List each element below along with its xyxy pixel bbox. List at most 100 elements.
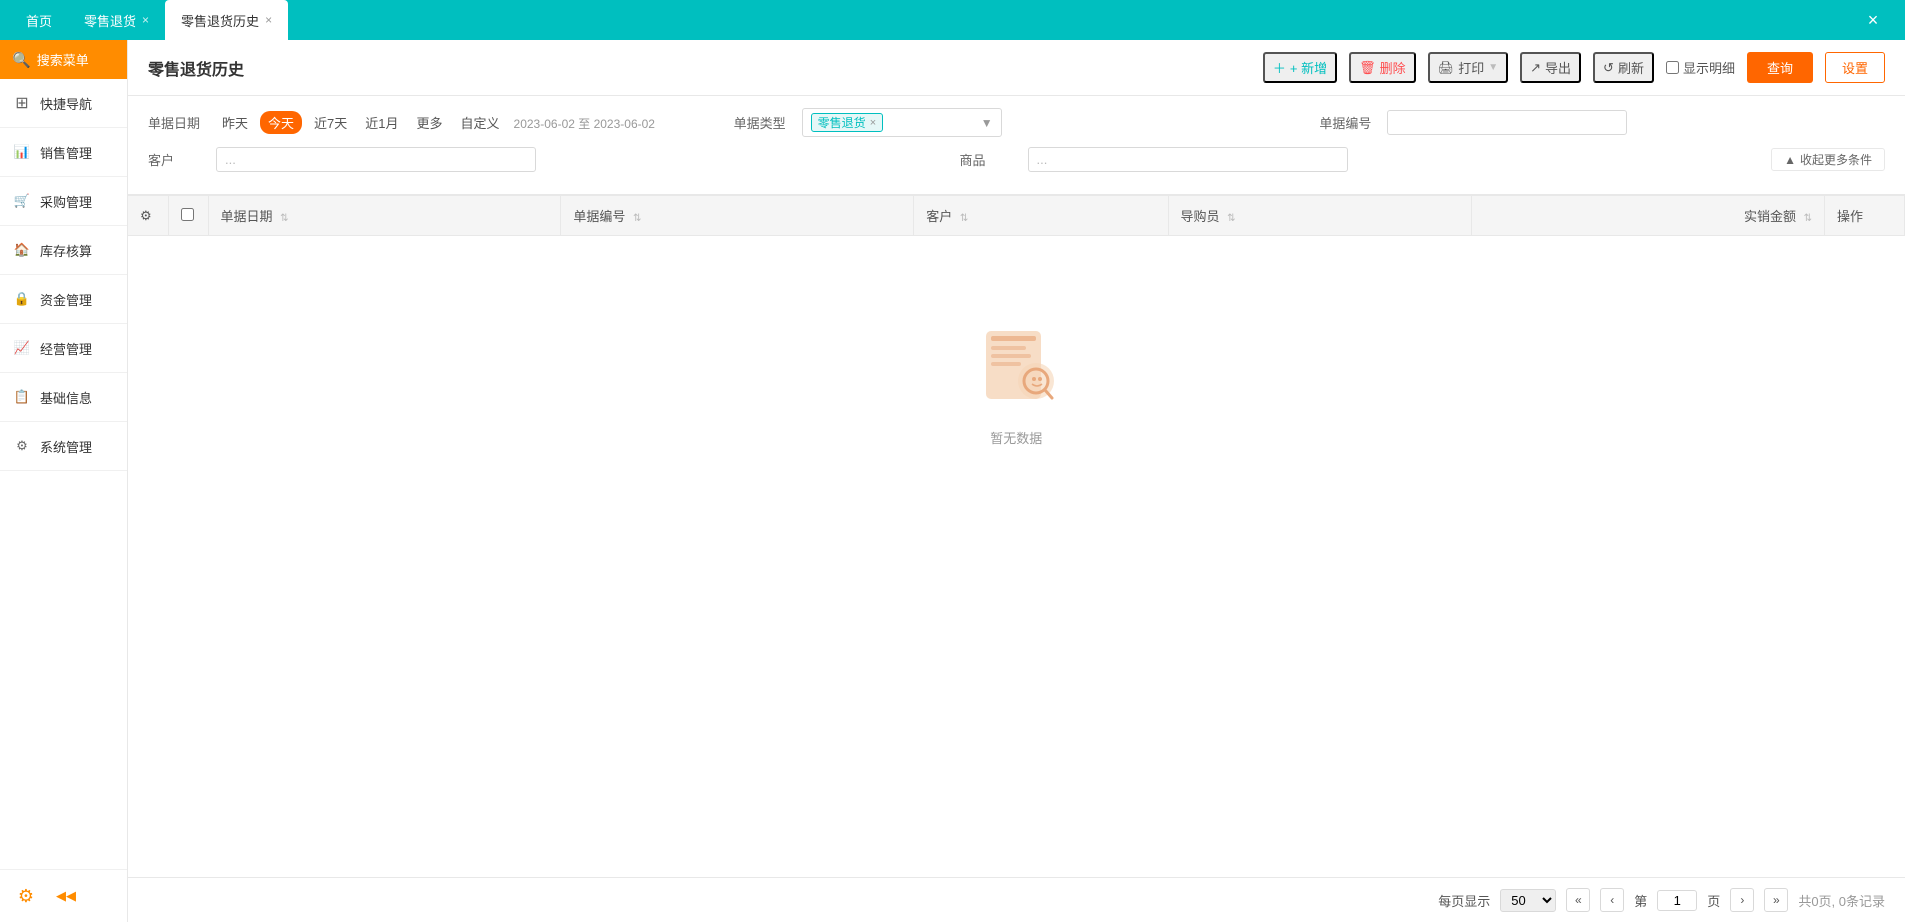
sidebar-search-label: 搜索菜单 (37, 50, 89, 69)
last-page-button[interactable]: » (1764, 888, 1788, 912)
sidebar-item-sales[interactable]: 📊 销售管理 (0, 128, 127, 177)
doc-number-filter: 单据编号 (1319, 110, 1885, 135)
page-header: 零售退货历史 ＋ + 新增 🗑 删除 🖨 打印 ▼ ↗ 导出 (128, 40, 1905, 96)
data-table: ⚙ 单据日期 ⇅ 单据编号 ⇅ (128, 196, 1905, 527)
tab-home-label: 首页 (26, 11, 52, 30)
doc-type-chevron: ▼ (981, 116, 993, 130)
total-info: 共0页, 0条记录 (1798, 891, 1885, 910)
sidebar-item-label: 库存核算 (40, 241, 92, 260)
sort-guide-icon[interactable]: ⇅ (1227, 213, 1235, 224)
settings-icon[interactable]: ⚙ (140, 208, 152, 223)
sidebar-item-basic-info[interactable]: 📋 基础信息 (0, 373, 127, 422)
collapse-label: 收起更多条件 (1800, 151, 1872, 168)
purchase-icon: 🛒 (12, 191, 32, 211)
doc-type-tag-remove[interactable]: × (870, 117, 876, 129)
first-page-button[interactable]: « (1566, 888, 1590, 912)
sidebar-item-system[interactable]: ⚙ 系统管理 (0, 422, 127, 471)
print-button[interactable]: 🖨 打印 ▼ (1428, 52, 1508, 83)
operations-icon: 📈 (12, 338, 32, 358)
tab-home[interactable]: 首页 (10, 0, 68, 40)
sidebar-item-finance[interactable]: 🔒 资金管理 (0, 275, 127, 324)
search-icon: 🔍 (12, 51, 31, 69)
delete-button[interactable]: 🗑 删除 (1349, 52, 1416, 83)
product-select[interactable]: ... (1028, 147, 1348, 172)
tab-retail-return-history-close[interactable]: × (265, 13, 272, 27)
table-header: ⚙ 单据日期 ⇅ 单据编号 ⇅ (128, 196, 1905, 236)
date-option-yesterday[interactable]: 昨天 (216, 111, 254, 134)
inventory-icon: 🏠 (12, 240, 32, 260)
sidebar-item-quick-nav[interactable]: ⊞ 快捷导航 (0, 79, 127, 128)
tab-retail-return-close[interactable]: × (142, 13, 149, 27)
table-body: 暂无数据 (128, 236, 1905, 528)
sales-icon: 📊 (12, 142, 32, 162)
delete-icon: 🗑 (1359, 60, 1376, 76)
top-nav-right: × (1857, 4, 1905, 36)
page-prefix-label: 第 (1634, 891, 1647, 910)
export-button[interactable]: ↗ 导出 (1520, 52, 1581, 83)
sort-amount-icon[interactable]: ⇅ (1804, 213, 1812, 224)
gear-button[interactable]: ⚙ (10, 880, 42, 912)
col-actions-label: 操作 (1837, 209, 1863, 224)
sidebar: 🔍 搜索菜单 ⊞ 快捷导航 📊 销售管理 🛒 采购管理 🏠 库存核算 🔒 资金管… (0, 40, 128, 922)
col-docno-label: 单据编号 (573, 209, 625, 224)
sidebar-bottom: ⚙ ◀◀ (0, 869, 127, 922)
settings-button[interactable]: 设置 (1825, 52, 1885, 83)
query-button[interactable]: 查询 (1747, 52, 1813, 83)
sidebar-item-label: 销售管理 (40, 143, 92, 162)
tab-retail-return-history[interactable]: 零售退货历史 × (165, 0, 288, 40)
collapse-icon: ▲ (1784, 153, 1796, 167)
sidebar-item-purchase[interactable]: 🛒 采购管理 (0, 177, 127, 226)
tab-retail-return-history-label: 零售退货历史 (181, 11, 259, 30)
col-checkbox[interactable] (168, 196, 208, 236)
display-detail-checkbox[interactable] (1666, 61, 1679, 74)
date-option-more[interactable]: 更多 (411, 111, 449, 134)
product-label: 商品 (960, 150, 1020, 169)
date-option-custom[interactable]: 自定义 (455, 111, 506, 134)
filter-area: 单据日期 昨天 今天 近7天 近1月 更多 自定义 2023-06-02 至 2… (128, 96, 1905, 195)
doc-number-input[interactable] (1387, 110, 1627, 135)
col-amount-label: 实销金额 (1744, 209, 1796, 224)
refresh-label: 刷新 (1618, 58, 1644, 77)
sidebar-item-operations[interactable]: 📈 经营管理 (0, 324, 127, 373)
refresh-icon: ↺ (1603, 60, 1614, 76)
collapse-button[interactable]: ◀◀ (50, 880, 82, 912)
prev-page-button[interactable]: ‹ (1600, 888, 1624, 912)
date-option-last7days[interactable]: 近7天 (308, 111, 353, 134)
date-filter: 单据日期 昨天 今天 近7天 近1月 更多 自定义 2023-06-02 至 2… (148, 111, 714, 134)
collapse-container: ▲ 收起更多条件 (1771, 148, 1885, 171)
date-options: 昨天 今天 近7天 近1月 更多 自定义 (216, 111, 506, 134)
per-page-select[interactable]: 50 10 20 100 (1500, 889, 1556, 912)
tab-retail-return[interactable]: 零售退货 × (68, 0, 165, 40)
add-icon: ＋ (1273, 58, 1286, 77)
page-number-input[interactable] (1657, 890, 1697, 911)
sidebar-item-label: 经营管理 (40, 339, 92, 358)
doc-type-tag-text: 零售退货 (818, 114, 866, 131)
sidebar-search[interactable]: 🔍 搜索菜单 (0, 40, 127, 79)
sort-date-icon[interactable]: ⇅ (280, 213, 288, 224)
add-button[interactable]: ＋ + 新增 (1263, 52, 1337, 83)
window-close-button[interactable]: × (1857, 4, 1889, 36)
sort-customer-icon[interactable]: ⇅ (960, 213, 968, 224)
col-guide: 导购员 ⇅ (1168, 196, 1472, 236)
select-all-checkbox[interactable] (181, 208, 194, 221)
pagination-bar: 每页显示 50 10 20 100 « ‹ 第 页 › » 共0页, 0条记录 (128, 877, 1905, 922)
sidebar-item-inventory[interactable]: 🏠 库存核算 (0, 226, 127, 275)
collapse-button[interactable]: ▲ 收起更多条件 (1771, 148, 1885, 171)
sidebar-item-label: 系统管理 (40, 437, 92, 456)
main-layout: 🔍 搜索菜单 ⊞ 快捷导航 📊 销售管理 🛒 采购管理 🏠 库存核算 🔒 资金管… (0, 40, 1905, 922)
refresh-button[interactable]: ↺ 刷新 (1593, 52, 1654, 83)
display-detail-check[interactable]: 显示明细 (1666, 58, 1735, 77)
date-option-last1month[interactable]: 近1月 (359, 111, 404, 134)
col-settings[interactable]: ⚙ (128, 196, 168, 236)
date-option-today[interactable]: 今天 (260, 111, 302, 134)
print-chevron: ▼ (1488, 62, 1498, 73)
export-label: 导出 (1545, 58, 1571, 77)
product-filter: 商品 ... (960, 147, 1752, 172)
display-detail-label: 显示明细 (1683, 58, 1735, 77)
customer-select[interactable]: ... (216, 147, 536, 172)
system-icon: ⚙ (12, 436, 32, 456)
doc-type-select[interactable]: 零售退货 × ▼ (802, 108, 1002, 137)
next-page-button[interactable]: › (1730, 888, 1754, 912)
col-customer-label: 客户 (926, 209, 952, 224)
sort-docno-icon[interactable]: ⇅ (633, 213, 641, 224)
